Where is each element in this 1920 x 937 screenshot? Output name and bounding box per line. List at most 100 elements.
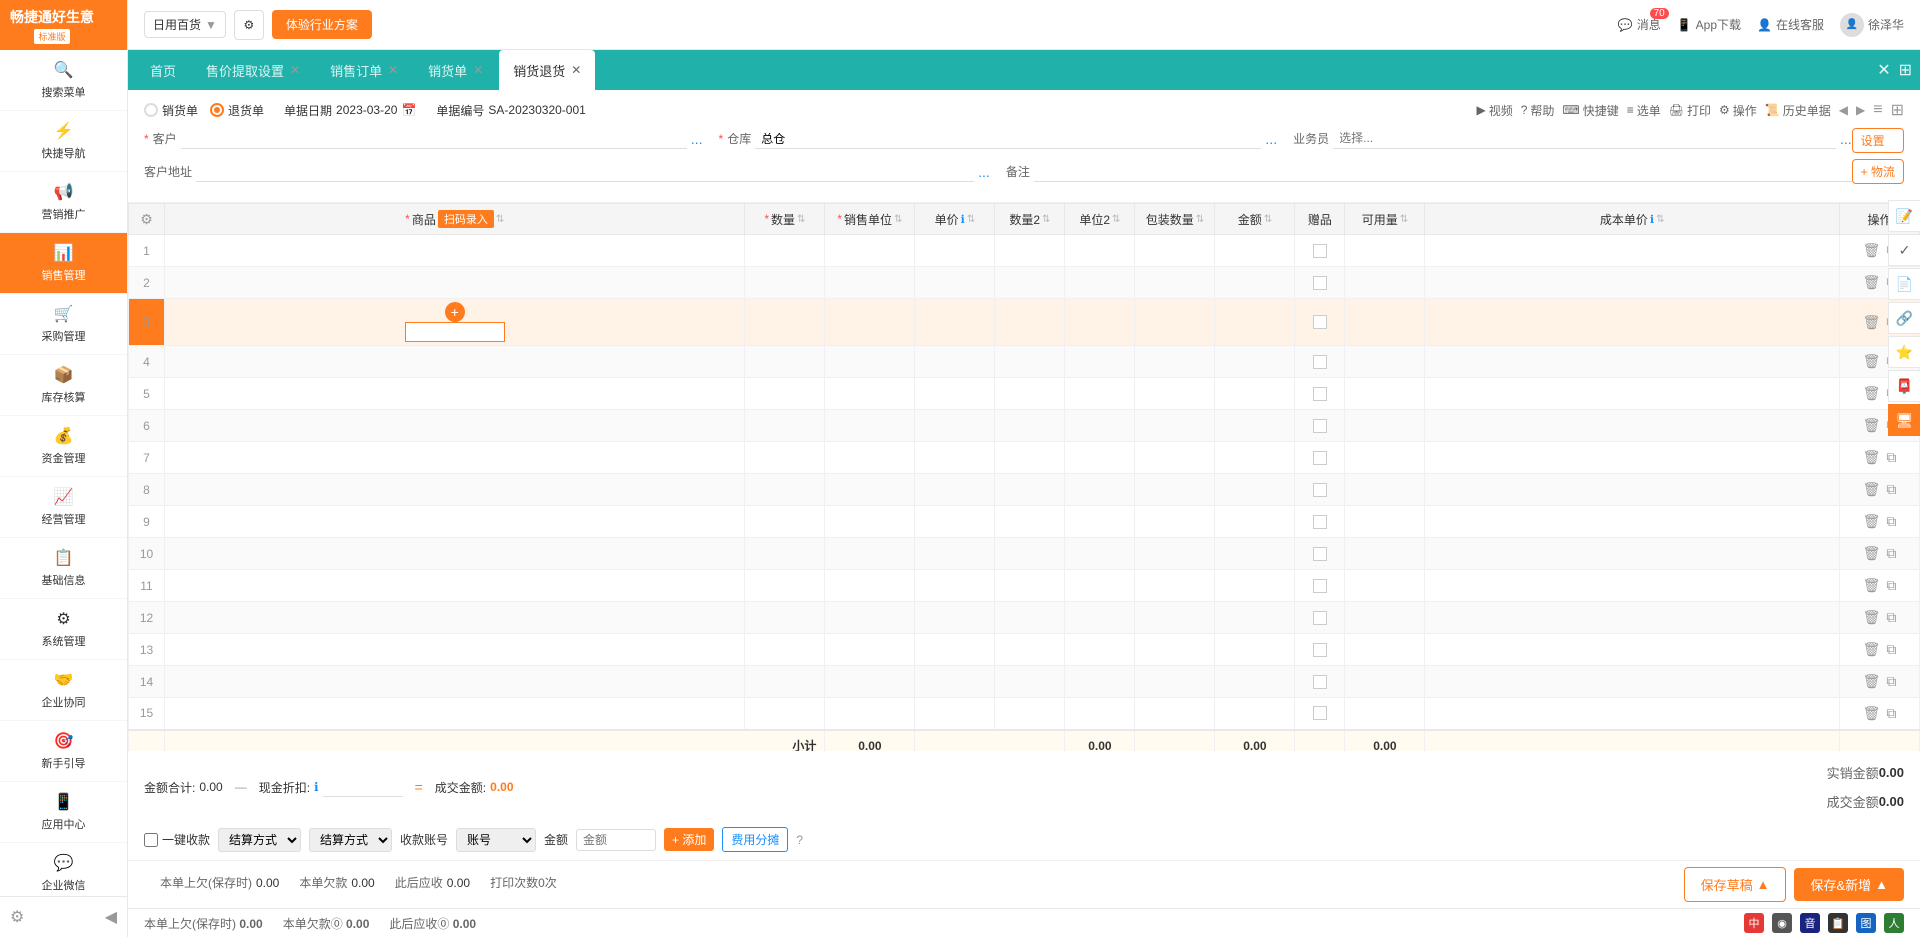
float-btn-3[interactable]: 📄 <box>1888 268 1920 300</box>
experience-button[interactable]: 体验行业方案 <box>272 10 372 39</box>
amount-cell[interactable] <box>1215 299 1295 346</box>
quantity2-cell[interactable] <box>995 378 1065 410</box>
pack-qty-cell[interactable] <box>1135 442 1215 474</box>
available-cell[interactable] <box>1345 410 1425 442</box>
copy-row-icon[interactable]: ⧉ <box>1886 609 1896 626</box>
quantity-cell[interactable] <box>745 267 825 299</box>
gift-cell[interactable] <box>1295 634 1345 666</box>
delete-row-icon[interactable]: 🗑 <box>1863 705 1881 722</box>
view-list-icon[interactable]: ≡ <box>1873 101 1882 119</box>
quantity2-cell[interactable] <box>995 570 1065 602</box>
product-input[interactable] <box>405 322 505 342</box>
statusbar-icon-4[interactable]: 📋 <box>1828 913 1848 933</box>
gift-checkbox[interactable] <box>1313 276 1327 290</box>
save-draft-button[interactable]: 保存草稿 ▲ <box>1684 867 1787 902</box>
sale-unit-cell[interactable] <box>825 666 915 698</box>
delete-row-icon[interactable]: 🗑 <box>1863 353 1881 370</box>
available-cell[interactable] <box>1345 474 1425 506</box>
quantity2-cell[interactable] <box>995 602 1065 634</box>
add-payment-button[interactable]: + 添加 <box>664 828 714 851</box>
delete-row-icon[interactable]: 🗑 <box>1863 577 1881 594</box>
gift-checkbox[interactable] <box>1313 675 1327 689</box>
gift-checkbox[interactable] <box>1313 706 1327 720</box>
available-cell[interactable] <box>1345 666 1425 698</box>
pack-qty-cell[interactable] <box>1135 538 1215 570</box>
sale-unit-cell[interactable] <box>825 442 915 474</box>
cost-price-cell[interactable] <box>1425 346 1840 378</box>
avail-sort-icon[interactable]: ⇅ <box>1400 214 1408 225</box>
statusbar-icon-3[interactable]: 音 <box>1800 913 1820 933</box>
calendar-icon[interactable]: 📅 <box>401 103 416 117</box>
amount-cell[interactable] <box>1215 235 1295 267</box>
delete-row-icon[interactable]: 🗑 <box>1863 673 1881 690</box>
copy-row-icon[interactable]: ⧉ <box>1886 641 1896 658</box>
gift-checkbox[interactable] <box>1313 244 1327 258</box>
amount-cell[interactable] <box>1215 602 1295 634</box>
available-cell[interactable] <box>1345 299 1425 346</box>
sale-unit-cell[interactable] <box>825 235 915 267</box>
unit2-cell[interactable] <box>1065 602 1135 634</box>
warehouse-input[interactable] <box>755 128 1261 149</box>
copy-row-icon[interactable]: ⧉ <box>1886 513 1896 530</box>
unit2-cell[interactable] <box>1065 506 1135 538</box>
unit2-cell[interactable] <box>1065 346 1135 378</box>
tab-sale-price-close[interactable]: ✕ <box>290 63 300 77</box>
quantity2-cell[interactable] <box>995 634 1065 666</box>
price-sort-icon[interactable]: ⇅ <box>967 214 975 225</box>
product-cell[interactable] <box>165 634 745 666</box>
tab-close-all-button[interactable]: ✕ <box>1877 60 1890 80</box>
product-cell[interactable] <box>165 698 745 730</box>
unit2-cell[interactable] <box>1065 474 1135 506</box>
unit-price-cell[interactable] <box>915 666 995 698</box>
sidebar-item-search[interactable]: 🔍 搜索菜单 <box>0 50 127 111</box>
sale-unit-cell[interactable] <box>825 378 915 410</box>
statusbar-icon-6[interactable]: 人 <box>1884 913 1904 933</box>
cost-price-cell[interactable] <box>1425 698 1840 730</box>
sidebar-settings-icon[interactable]: ⚙ <box>10 907 24 927</box>
quantity2-cell[interactable] <box>995 538 1065 570</box>
unit-price-cell[interactable] <box>915 698 995 730</box>
product-cell[interactable] <box>165 378 745 410</box>
float-btn-2[interactable]: ✓ <box>1888 234 1920 266</box>
cost-price-cell[interactable] <box>1425 634 1840 666</box>
product-cell[interactable] <box>165 346 745 378</box>
delete-row-icon[interactable]: 🗑 <box>1863 609 1881 626</box>
topbar-settings-button[interactable]: ⚙ <box>234 10 264 40</box>
amount-cell[interactable] <box>1215 474 1295 506</box>
one-click-checkbox[interactable] <box>144 833 158 847</box>
history-action-btn[interactable]: 📜 历史单据 <box>1765 102 1831 119</box>
product-cell[interactable] <box>165 538 745 570</box>
quantity2-cell[interactable] <box>995 698 1065 730</box>
float-btn-4[interactable]: 🔗 <box>1888 302 1920 334</box>
amount-cell[interactable] <box>1215 346 1295 378</box>
add-row-button[interactable]: + <box>445 302 465 322</box>
logistics-quick-button[interactable]: + 物流 <box>1852 159 1904 184</box>
unit-price-cell[interactable] <box>915 299 995 346</box>
radio-sale-delivery[interactable]: 销货单 <box>144 102 198 119</box>
cost-price-cell[interactable] <box>1425 666 1840 698</box>
quantity2-cell[interactable] <box>995 442 1065 474</box>
amount-cell[interactable] <box>1215 698 1295 730</box>
sale-unit-cell[interactable] <box>825 346 915 378</box>
quantity-cell[interactable] <box>745 378 825 410</box>
shortcut-action-btn[interactable]: ⌨ 快捷键 <box>1562 102 1618 119</box>
sidebar-item-marketing[interactable]: 📢 营销推广 <box>0 172 127 233</box>
split-help-icon[interactable]: ? <box>796 833 803 847</box>
quantity2-cell[interactable] <box>995 346 1065 378</box>
amount-cell[interactable] <box>1215 634 1295 666</box>
payment-method-detail-select[interactable]: 结算方式 <box>309 828 392 852</box>
scan-entry-button[interactable]: 扫码录入 <box>438 210 494 228</box>
float-btn-1[interactable]: 📝 <box>1888 200 1920 232</box>
unit2-cell[interactable] <box>1065 235 1135 267</box>
sidebar-item-finance[interactable]: 💰 资金管理 <box>0 416 127 477</box>
user-profile-item[interactable]: 👤 徐泽华 <box>1840 13 1904 37</box>
sale-unit-cell[interactable] <box>825 538 915 570</box>
gift-cell[interactable] <box>1295 299 1345 346</box>
save-new-button[interactable]: 保存&新增 ▲ <box>1794 868 1904 901</box>
print-action-btn[interactable]: 🖨 打印 <box>1669 102 1711 119</box>
cost-price-cell[interactable] <box>1425 506 1840 538</box>
quantity-cell[interactable] <box>745 410 825 442</box>
quantity-cell[interactable] <box>745 666 825 698</box>
cost-price-cell[interactable] <box>1425 299 1840 346</box>
qty-sort-icon[interactable]: ⇅ <box>797 214 805 225</box>
